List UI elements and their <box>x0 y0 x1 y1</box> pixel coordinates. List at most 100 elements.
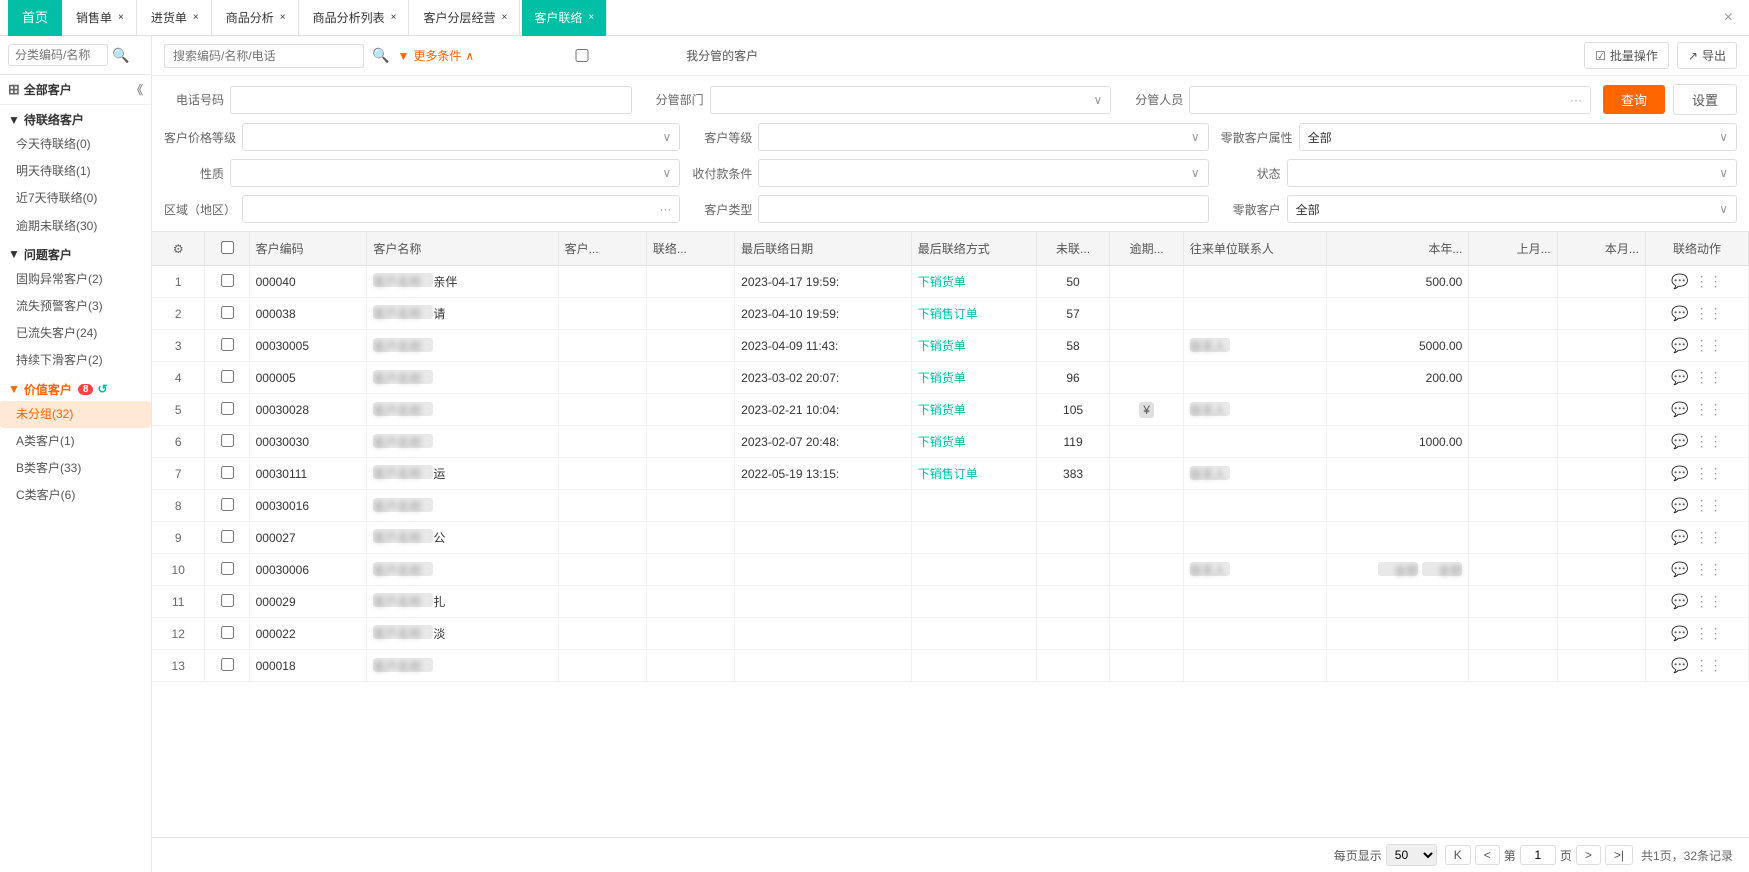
row-checkbox[interactable] <box>221 306 234 319</box>
nav-home[interactable]: 首页 <box>8 0 62 36</box>
nav-tab-sales[interactable]: 销售单 × <box>64 0 137 36</box>
reset-button[interactable]: 设置 <box>1673 84 1737 115</box>
th-contact[interactable]: 联络... <box>646 232 734 266</box>
row-checkbox[interactable] <box>221 338 234 351</box>
more-action-icon[interactable]: ⋮⋮ <box>1695 433 1723 450</box>
more-action-icon[interactable]: ⋮⋮ <box>1695 305 1723 322</box>
sidebar-all-customers[interactable]: ⊞ 全部客户 《 <box>0 75 151 105</box>
row-checkbox[interactable] <box>221 658 234 671</box>
more-action-icon[interactable]: ⋮⋮ <box>1695 273 1723 290</box>
th-code[interactable]: 客户编码 <box>249 232 367 266</box>
phone-action-icon[interactable]: 💬 <box>1671 561 1688 578</box>
sidebar-item-class-a[interactable]: A类客户(1) <box>0 428 151 455</box>
contact-method-link[interactable]: 下销货单 <box>918 371 966 385</box>
phone-action-icon[interactable]: 💬 <box>1671 497 1688 514</box>
customer-type-input[interactable] <box>758 195 1208 223</box>
th-last-month[interactable]: 上月... <box>1469 232 1557 266</box>
th-name[interactable]: 客户名称 <box>367 232 558 266</box>
sidebar-group-value[interactable]: ▼ 价值客户 8 ↺ <box>0 375 151 401</box>
more-action-icon[interactable]: ⋮⋮ <box>1695 401 1723 418</box>
contact-method-link[interactable]: 下销货单 <box>918 403 966 417</box>
customer-level-input[interactable]: ∨ <box>758 123 1208 151</box>
phone-action-icon[interactable]: 💬 <box>1671 337 1688 354</box>
th-inter-contact[interactable]: 往来单位联系人 <box>1183 232 1326 266</box>
sidebar-item-declining[interactable]: 持续下滑客户(2) <box>0 347 151 374</box>
prev-page-button[interactable]: < <box>1475 845 1500 865</box>
more-action-icon[interactable]: ⋮⋮ <box>1695 337 1723 354</box>
payment-input[interactable]: ∨ <box>758 159 1208 187</box>
sidebar-search-icon[interactable]: 🔍 <box>112 47 129 64</box>
contact-method-link[interactable]: 下销货单 <box>918 275 966 289</box>
row-checkbox[interactable] <box>221 370 234 383</box>
query-button[interactable]: 查询 <box>1603 85 1665 114</box>
row-checkbox[interactable] <box>221 402 234 415</box>
phone-action-icon[interactable]: 💬 <box>1671 625 1688 642</box>
contact-method-link[interactable]: 下销货单 <box>918 435 966 449</box>
dept-input[interactable]: ∨ <box>710 86 1112 114</box>
row-checkbox[interactable] <box>221 594 234 607</box>
search-input[interactable] <box>164 44 364 68</box>
row-checkbox[interactable] <box>221 626 234 639</box>
status-input[interactable]: ∨ <box>1287 159 1737 187</box>
th-overdue[interactable]: 逾期... <box>1110 232 1184 266</box>
phone-action-icon[interactable]: 💬 <box>1671 593 1688 610</box>
th-last-method[interactable]: 最后联络方式 <box>911 232 1036 266</box>
close-sales-tab[interactable]: × <box>118 12 124 23</box>
more-action-icon[interactable]: ⋮⋮ <box>1695 657 1723 674</box>
refresh-icon[interactable]: ↺ <box>97 382 107 396</box>
nav-tab-customer-contact[interactable]: 客户联络 × <box>522 0 607 36</box>
area-more-icon[interactable]: ··· <box>659 202 671 216</box>
more-action-icon[interactable]: ⋮⋮ <box>1695 593 1723 610</box>
more-action-icon[interactable]: ⋮⋮ <box>1695 369 1723 386</box>
close-customer-contact-tab[interactable]: × <box>588 12 594 23</box>
row-checkbox[interactable] <box>221 274 234 287</box>
phone-action-icon[interactable]: 💬 <box>1671 529 1688 546</box>
manager-input[interactable]: ··· <box>1189 86 1591 114</box>
phone-action-icon[interactable]: 💬 <box>1671 369 1688 386</box>
sidebar-item-tomorrow[interactable]: 明天待联络(1) <box>0 158 151 185</box>
nav-tab-analysis[interactable]: 商品分析 × <box>214 0 299 36</box>
sidebar-item-churn-warning[interactable]: 流失预警客户(3) <box>0 293 151 320</box>
nav-tab-analysis-list[interactable]: 商品分析列表 × <box>301 0 410 36</box>
more-action-icon[interactable]: ⋮⋮ <box>1695 497 1723 514</box>
zero-customer-input[interactable]: 全部 ∨ <box>1287 195 1737 223</box>
more-action-icon[interactable]: ⋮⋮ <box>1695 465 1723 482</box>
close-purchase-tab[interactable]: × <box>193 12 199 23</box>
last-page-button[interactable]: >| <box>1605 845 1633 865</box>
my-customers-checkbox[interactable]: 我分管的客户 <box>482 47 758 64</box>
sidebar-group-pending[interactable]: ▼ 待联络客户 <box>0 105 151 131</box>
th-unlinked[interactable]: 未联... <box>1036 232 1110 266</box>
phone-action-icon[interactable]: 💬 <box>1671 273 1688 290</box>
th-check[interactable] <box>205 232 249 266</box>
sidebar-item-churned[interactable]: 已流失客户(24) <box>0 320 151 347</box>
th-type[interactable]: 客户... <box>558 232 646 266</box>
manager-more-icon[interactable]: ··· <box>1570 93 1582 107</box>
next-page-button[interactable]: > <box>1576 845 1601 865</box>
sidebar-item-class-b[interactable]: B类客户(33) <box>0 455 151 482</box>
page-number-input[interactable] <box>1520 845 1556 865</box>
sidebar-collapse-btn[interactable]: 《 <box>131 81 143 98</box>
sidebar-item-today[interactable]: 今天待联络(0) <box>0 131 151 158</box>
th-settings[interactable]: ⚙ <box>152 232 205 266</box>
row-checkbox[interactable] <box>221 530 234 543</box>
close-all-tabs[interactable]: × <box>1716 9 1741 27</box>
nav-tab-customer-ops[interactable]: 客户分层经营 × <box>411 0 520 36</box>
row-checkbox[interactable] <box>221 434 234 447</box>
more-action-icon[interactable]: ⋮⋮ <box>1695 625 1723 642</box>
th-this-month[interactable]: 本月... <box>1557 232 1645 266</box>
phone-input[interactable] <box>230 86 632 114</box>
phone-action-icon[interactable]: 💬 <box>1671 305 1688 322</box>
phone-action-icon[interactable]: 💬 <box>1671 465 1688 482</box>
close-customer-ops-tab[interactable]: × <box>501 12 507 23</box>
contact-method-link[interactable]: 下销售订单 <box>918 467 978 481</box>
more-action-icon[interactable]: ⋮⋮ <box>1695 529 1723 546</box>
th-last-date[interactable]: 最后联络日期 <box>735 232 912 266</box>
row-checkbox[interactable] <box>221 466 234 479</box>
batch-operations-button[interactable]: ☑ 批量操作 <box>1584 42 1669 69</box>
row-checkbox[interactable] <box>221 498 234 511</box>
first-page-button[interactable]: K <box>1445 845 1471 865</box>
export-button[interactable]: ↗ 导出 <box>1677 42 1737 69</box>
sidebar-item-abnormal[interactable]: 固购异常客户(2) <box>0 266 151 293</box>
select-all-checkbox[interactable] <box>221 241 234 254</box>
more-action-icon[interactable]: ⋮⋮ <box>1695 561 1723 578</box>
